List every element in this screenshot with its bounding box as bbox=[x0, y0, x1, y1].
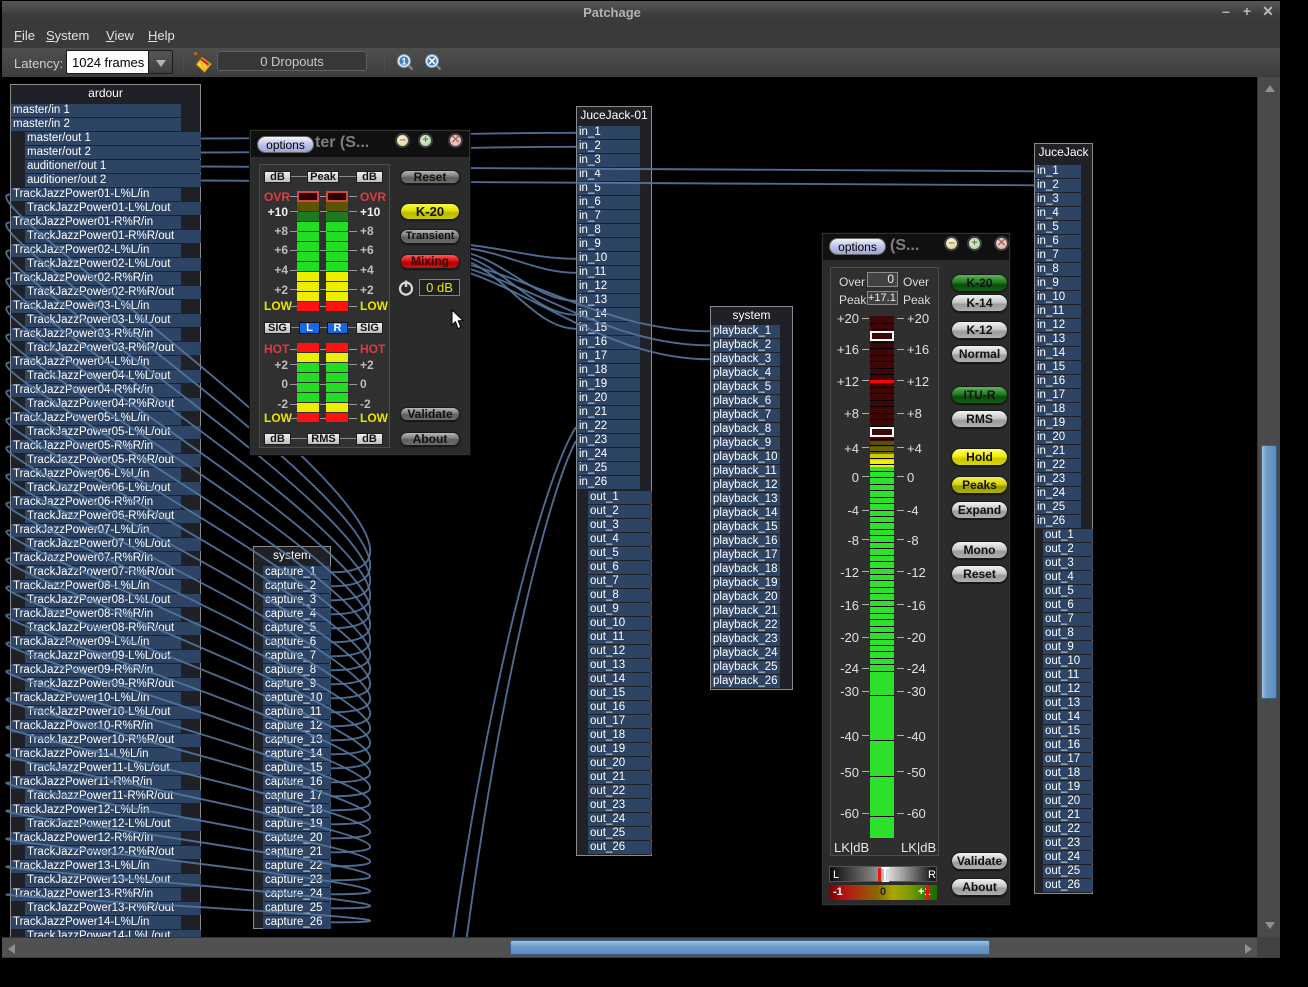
svg-text:1: 1 bbox=[401, 56, 406, 66]
